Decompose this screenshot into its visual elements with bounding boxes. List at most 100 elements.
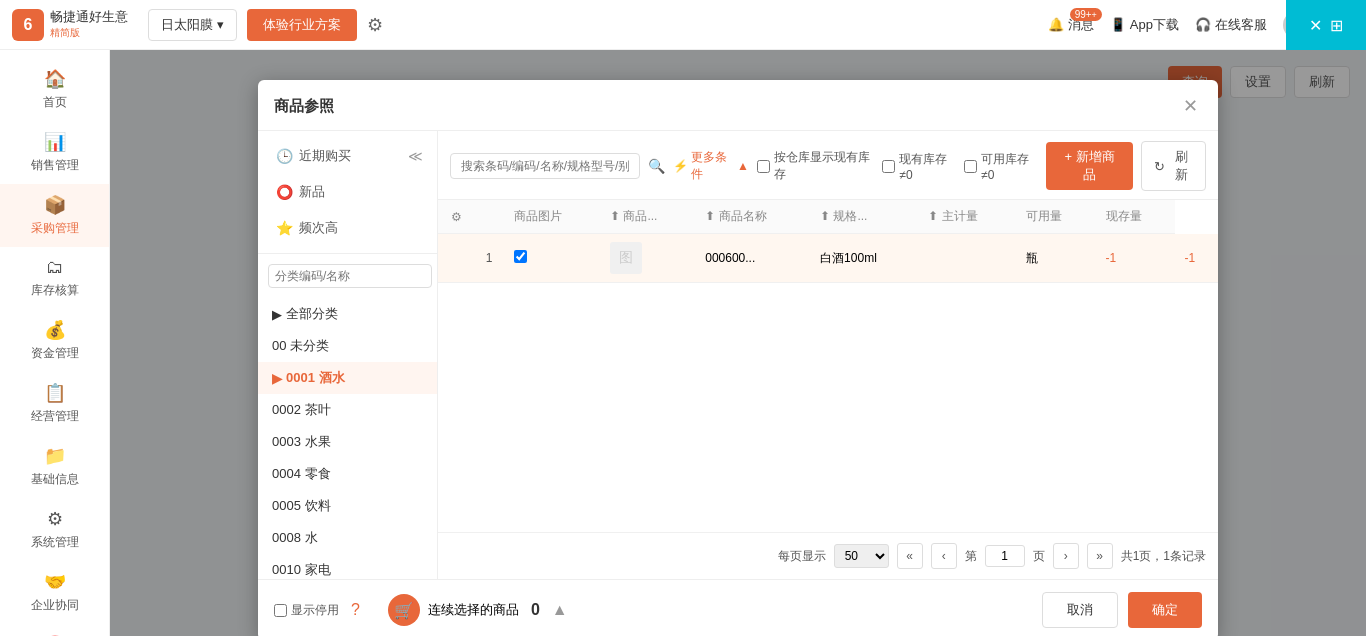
- cat-label: 0003 水果: [272, 433, 331, 451]
- content-area: 查询 设置 刷新 商品参照 ✕: [110, 50, 1366, 636]
- basic-info-icon: 📁: [44, 445, 66, 467]
- sidebar-item-label: 企业协同: [31, 597, 79, 614]
- sidebar-item-label: 资金管理: [31, 345, 79, 362]
- category-0010[interactable]: 0010 家电: [258, 554, 437, 579]
- checkbox-stock-not-zero[interactable]: [882, 160, 895, 173]
- page-input[interactable]: [985, 545, 1025, 567]
- category-0002[interactable]: 0002 茶叶: [258, 394, 437, 426]
- sidebar-item-label: 库存核算: [31, 282, 79, 299]
- category-0003[interactable]: 0003 水果: [258, 426, 437, 458]
- quick-buy-label: 近期购买: [299, 147, 351, 165]
- show-disabled-checkbox[interactable]: [274, 604, 287, 617]
- show-disabled-label[interactable]: 显示停用: [274, 602, 339, 619]
- enterprise-icon: 🤝: [44, 571, 66, 593]
- category-search-row: 🔍: [258, 258, 437, 294]
- headset-icon: 🎧: [1195, 17, 1211, 32]
- show-disabled-text: 显示停用: [291, 602, 339, 619]
- cat-arrow-icon: ▶: [272, 371, 282, 386]
- product-table: ⚙ 商品图片 ⬆ 商品... ⬆ 商品名称: [438, 200, 1218, 283]
- left-panel-top: 🕒 近期购买 ≪ ⭕ 新品 ⭐ 频次高: [258, 131, 437, 249]
- filter-more-button[interactable]: ⚡ 更多条件 ▲: [673, 149, 749, 183]
- cart-area: 🛒 连续选择的商品 0 ▲: [388, 594, 568, 626]
- cat-label: 0001 酒水: [286, 369, 345, 387]
- checkbox-stock-label[interactable]: 现有库存≠0: [882, 151, 956, 182]
- sidebar-item-system[interactable]: ⚙ 系统管理: [0, 498, 109, 561]
- cat-label: 0002 茶叶: [272, 401, 331, 419]
- app-name: 畅捷通好生意: [50, 9, 128, 26]
- frequent-item[interactable]: ⭐ 频次高: [268, 213, 427, 243]
- checkbox-by-warehouse-label[interactable]: 按仓库显示现有库存: [757, 149, 875, 183]
- left-panel: 🕒 近期购买 ≪ ⭕ 新品 ⭐ 频次高: [258, 131, 438, 579]
- sidebar-item-inventory[interactable]: 🗂 库存核算: [0, 247, 109, 309]
- col-setting[interactable]: ⚙: [438, 200, 474, 234]
- collapse-left-panel-button[interactable]: ≪: [404, 144, 427, 168]
- col-checkbox-cell[interactable]: [504, 234, 600, 283]
- new-products-item[interactable]: ⭕ 新品: [268, 177, 427, 207]
- col-code-header[interactable]: ⬆ 商品...: [600, 200, 695, 234]
- category-search-input[interactable]: [268, 264, 432, 288]
- industry-solution-button[interactable]: 体验行业方案: [247, 9, 357, 41]
- sidebar-item-home[interactable]: 🏠 首页: [0, 58, 109, 121]
- checkbox-available-not-zero[interactable]: [964, 160, 977, 173]
- filter-bar: 🔍 ⚡ 更多条件 ▲ 按仓库显示现有库存: [438, 131, 1218, 200]
- checkbox-by-warehouse[interactable]: [757, 160, 770, 173]
- col-unit-header[interactable]: ⬆ 主计量: [918, 200, 1016, 234]
- close-teal-icon[interactable]: ✕: [1309, 16, 1322, 35]
- add-product-button[interactable]: + 新增商品: [1046, 142, 1134, 190]
- sidebar-item-purchase[interactable]: 📦 采购管理: [0, 184, 109, 247]
- app-edition: 精简版: [50, 26, 128, 40]
- notification-badge: 99++: [1070, 8, 1102, 21]
- category-0008[interactable]: 0008 水: [258, 522, 437, 554]
- category-0005[interactable]: 0005 饮料: [258, 490, 437, 522]
- modal-footer: 显示停用 ? 🛒 连续选择的商品 0 ▲ 取消 确定: [258, 579, 1218, 636]
- gear-icon[interactable]: ⚙: [367, 14, 383, 36]
- checkbox-available-label[interactable]: 可用库存≠0: [964, 151, 1038, 182]
- cart-icon[interactable]: 🛒: [388, 594, 420, 626]
- sidebar-item-enterprise[interactable]: 🤝 企业协同: [0, 561, 109, 624]
- online-service-button[interactable]: 🎧 在线客服: [1195, 16, 1267, 34]
- category-all[interactable]: ▶ 全部分类: [258, 298, 437, 330]
- page-last-button[interactable]: »: [1087, 543, 1113, 569]
- row-checkbox[interactable]: [514, 250, 527, 263]
- col-img-cell: 图: [600, 234, 695, 283]
- sidebar-item-operations[interactable]: 📋 经营管理: [0, 372, 109, 435]
- warehouse-selector[interactable]: 日太阳膜 ▾: [148, 9, 237, 41]
- refresh-button[interactable]: ↻ 刷新: [1141, 141, 1206, 191]
- col-name-header[interactable]: ⬆ 商品名称: [695, 200, 810, 234]
- notifications-button[interactable]: 🔔 消息 99++: [1048, 16, 1094, 34]
- page-next-button[interactable]: ›: [1053, 543, 1079, 569]
- quick-buy-item[interactable]: 🕒 近期购买: [268, 141, 359, 171]
- app-download-button[interactable]: 📱 App下载: [1110, 16, 1179, 34]
- sidebar-item-guide[interactable]: 🎯 新手引导: [0, 624, 109, 636]
- sales-icon: 📊: [44, 131, 66, 153]
- category-0004[interactable]: 0004 零食: [258, 458, 437, 490]
- category-00[interactable]: 00 未分类: [258, 330, 437, 362]
- row-num: 1: [474, 234, 504, 283]
- category-0001[interactable]: ▶ 0001 酒水: [258, 362, 437, 394]
- cat-label: 0008 水: [272, 529, 318, 547]
- bell-icon: 🔔: [1048, 17, 1064, 32]
- sidebar-item-basic-info[interactable]: 📁 基础信息: [0, 435, 109, 498]
- cart-collapse-icon[interactable]: ▲: [552, 601, 568, 619]
- cat-label: 0005 饮料: [272, 497, 331, 515]
- page-prev-button[interactable]: ‹: [931, 543, 957, 569]
- confirm-button[interactable]: 确定: [1128, 592, 1202, 628]
- table-row[interactable]: 1 图 000600... 白酒100ml: [438, 234, 1218, 283]
- modal-close-button[interactable]: ✕: [1178, 94, 1202, 118]
- sidebar-item-finance[interactable]: 💰 资金管理: [0, 309, 109, 372]
- page-label: 第: [965, 548, 977, 565]
- help-icon[interactable]: ?: [351, 601, 360, 619]
- col-num: [474, 200, 504, 234]
- product-search-input[interactable]: [450, 153, 640, 179]
- per-page-select[interactable]: 50 10 20 100: [834, 544, 889, 568]
- table-header-row: ⚙ 商品图片 ⬆ 商品... ⬆ 商品名称: [438, 200, 1218, 234]
- sidebar-item-sales[interactable]: 📊 销售管理: [0, 121, 109, 184]
- sidebar-item-label: 采购管理: [31, 220, 79, 237]
- warehouse-name: 日太阳膜: [161, 16, 213, 34]
- expand-teal-icon[interactable]: ⊞: [1330, 16, 1343, 35]
- frequent-label: 频次高: [299, 219, 338, 237]
- cancel-button[interactable]: 取消: [1042, 592, 1118, 628]
- page-first-button[interactable]: «: [897, 543, 923, 569]
- product-search-icon[interactable]: 🔍: [648, 158, 665, 174]
- col-spec-header[interactable]: ⬆ 规格...: [810, 200, 918, 234]
